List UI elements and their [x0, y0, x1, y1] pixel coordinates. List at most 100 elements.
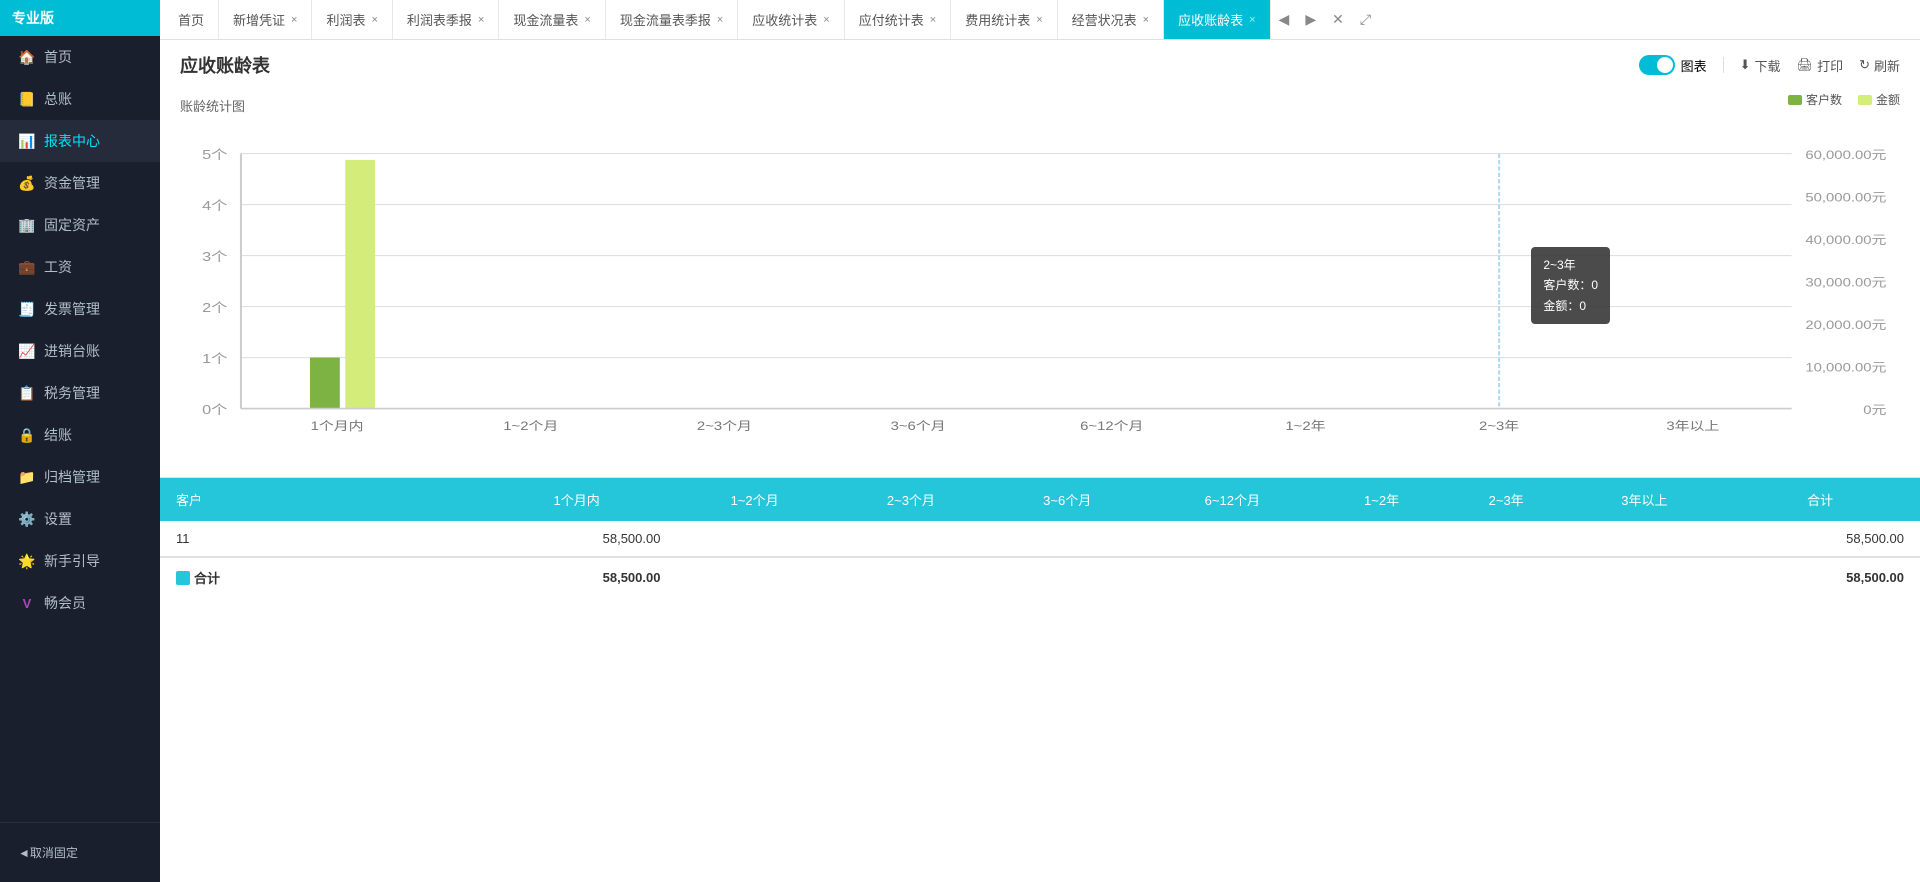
foot-month23	[833, 557, 989, 597]
tab-cashflow-close[interactable]: ×	[584, 14, 590, 26]
sidebar-item-archive[interactable]: 📁 归档管理	[0, 456, 160, 498]
tab-ap-stat-close[interactable]: ×	[930, 14, 936, 26]
tab-expand-btn[interactable]: ⤢	[1352, 11, 1379, 28]
tab-ap-stat[interactable]: 应付统计表 ×	[845, 0, 951, 40]
sidebar-item-assets[interactable]: 🏢 固定资产	[0, 204, 160, 246]
svg-text:0元: 0元	[1863, 403, 1886, 416]
svg-text:2~3个月: 2~3个月	[697, 419, 752, 432]
legend-customers-dot	[1788, 95, 1802, 105]
svg-text:6~12个月: 6~12个月	[1080, 419, 1143, 432]
sidebar-item-salary-label: 工资	[44, 257, 72, 277]
unpin-label: ◄取消固定	[18, 844, 78, 861]
settings-icon: ⚙️	[18, 510, 36, 528]
sidebar-item-guide[interactable]: 🌟 新手引导	[0, 540, 160, 582]
sidebar-item-closing-label: 结账	[44, 425, 72, 445]
tab-profit-close[interactable]: ×	[371, 14, 377, 26]
sidebar-item-vip-label: 畅会员	[44, 593, 86, 613]
tab-business-stat-close[interactable]: ×	[1143, 14, 1149, 26]
total-row-label: 合计	[176, 568, 469, 587]
cell-year23	[1444, 521, 1569, 557]
chart-toggle[interactable]	[1639, 55, 1675, 75]
table-row: 11 58,500.00 58,500.00	[160, 521, 1920, 557]
bar-amount-0	[345, 160, 375, 409]
sidebar-item-tax[interactable]: 📋 税务管理	[0, 372, 160, 414]
sidebar-item-ledger[interactable]: 📒 总账	[0, 78, 160, 120]
foot-month612	[1145, 557, 1319, 597]
tab-profit-quarter-close[interactable]: ×	[478, 14, 484, 26]
sidebar-item-reports[interactable]: 📊 报表中心	[0, 120, 160, 162]
tab-profit[interactable]: 利润表 ×	[312, 0, 392, 40]
sidebar-item-archive-label: 归档管理	[44, 467, 100, 487]
unpin-button[interactable]: ◄取消固定	[0, 833, 160, 872]
guide-icon: 🌟	[18, 552, 36, 570]
cell-month36	[989, 521, 1145, 557]
vip-icon: V	[18, 594, 36, 612]
download-icon: ⬇	[1740, 57, 1751, 73]
foot-year3plus	[1568, 557, 1720, 597]
sidebar-item-home[interactable]: 🏠 首页	[0, 36, 160, 78]
sidebar-item-home-label: 首页	[44, 47, 72, 67]
tab-expense-stat[interactable]: 费用统计表 ×	[951, 0, 1057, 40]
sidebar: 专业版 🏠 首页 📒 总账 📊 报表中心 💰 资金管理 🏢 固定资产 💼 工资 …	[0, 0, 160, 882]
tab-voucher-close[interactable]: ×	[291, 14, 297, 26]
tab-cashflow-quarter[interactable]: 现金流量表季报 ×	[606, 0, 738, 40]
cell-month612	[1145, 521, 1319, 557]
svg-text:1个月内: 1个月内	[311, 419, 364, 432]
tab-close-all-btn[interactable]: ✕	[1324, 11, 1352, 28]
refresh-button[interactable]: ↻ 刷新	[1859, 56, 1900, 75]
th-month612: 6~12个月	[1145, 478, 1319, 521]
tab-profit-label: 利润表	[326, 10, 365, 29]
tab-cashflow[interactable]: 现金流量表 ×	[499, 0, 605, 40]
tab-cashflow-quarter-close[interactable]: ×	[717, 14, 723, 26]
tab-ar-aging-close[interactable]: ×	[1249, 14, 1255, 26]
tab-profit-quarter[interactable]: 利润表季报 ×	[393, 0, 499, 40]
download-label: 下载	[1755, 56, 1781, 75]
tab-profit-quarter-label: 利润表季报	[407, 10, 472, 29]
sidebar-item-settings-label: 设置	[44, 509, 72, 529]
sidebar-item-funds[interactable]: 💰 资金管理	[0, 162, 160, 204]
sidebar-item-vip[interactable]: V 畅会员	[0, 582, 160, 624]
tab-prev-btn[interactable]: ◀	[1271, 11, 1298, 28]
tab-next-btn[interactable]: ▶	[1297, 11, 1324, 28]
th-month23: 2~3个月	[833, 478, 989, 521]
svg-text:20,000.00元: 20,000.00元	[1805, 318, 1886, 331]
tab-business-stat[interactable]: 经营状况表 ×	[1058, 0, 1164, 40]
print-icon: 🖨	[1797, 57, 1814, 73]
sidebar-item-sales[interactable]: 📈 进销台账	[0, 330, 160, 372]
tab-ar-stat[interactable]: 应收统计表 ×	[738, 0, 844, 40]
sidebar-item-salary[interactable]: 💼 工资	[0, 246, 160, 288]
table-container: 客户 1个月内 1~2个月 2~3个月 3~6个月 6~12个月 1~2年 2~…	[160, 478, 1920, 597]
sidebar-item-invoice[interactable]: 🧾 发票管理	[0, 288, 160, 330]
archive-icon: 📁	[18, 468, 36, 486]
svg-text:1~2个月: 1~2个月	[503, 419, 558, 432]
sidebar-item-funds-label: 资金管理	[44, 173, 100, 193]
download-button[interactable]: ⬇ 下载	[1740, 56, 1781, 75]
sidebar-item-closing[interactable]: 🔒 结账	[0, 414, 160, 456]
tab-voucher-label: 新增凭证	[233, 10, 285, 29]
print-button[interactable]: 🖨 打印	[1797, 56, 1844, 75]
tab-ar-aging[interactable]: 应收账龄表 ×	[1164, 0, 1270, 40]
th-year12: 1~2年	[1319, 478, 1444, 521]
cell-month1: 58,500.00	[477, 521, 677, 557]
legend-amount: 金额	[1858, 91, 1900, 108]
tab-ar-aging-label: 应收账龄表	[1178, 10, 1243, 29]
invoice-icon: 🧾	[18, 300, 36, 318]
svg-text:50,000.00元: 50,000.00元	[1805, 191, 1886, 204]
legend-amount-dot	[1858, 95, 1872, 105]
tab-voucher[interactable]: 新增凭证 ×	[219, 0, 312, 40]
tab-expense-stat-close[interactable]: ×	[1036, 14, 1042, 26]
tab-home[interactable]: 首页	[164, 0, 219, 40]
chart-legend: 客户数 金额	[1788, 91, 1900, 108]
closing-icon: 🔒	[18, 426, 36, 444]
sidebar-item-settings[interactable]: ⚙️ 设置	[0, 498, 160, 540]
chart-area: 账龄统计图 客户数 金额 0个	[160, 86, 1920, 478]
refresh-label: 刷新	[1874, 56, 1900, 75]
ledger-icon: 📒	[18, 90, 36, 108]
chart-container: 0个 1个 2个 3个 4个 5个 0元 10,000.00元 20,000.0…	[180, 127, 1900, 467]
svg-text:0个: 0个	[202, 403, 228, 418]
tab-ar-stat-close[interactable]: ×	[823, 14, 829, 26]
page-actions: 图表 ⬇ 下载 🖨 打印 ↻ 刷新	[1639, 55, 1900, 75]
home-icon: 🏠	[18, 48, 36, 66]
tab-bar: 首页 新增凭证 × 利润表 × 利润表季报 × 现金流量表 × 现金流量表季报 …	[160, 0, 1920, 40]
page-title: 应收账龄表	[180, 52, 270, 78]
